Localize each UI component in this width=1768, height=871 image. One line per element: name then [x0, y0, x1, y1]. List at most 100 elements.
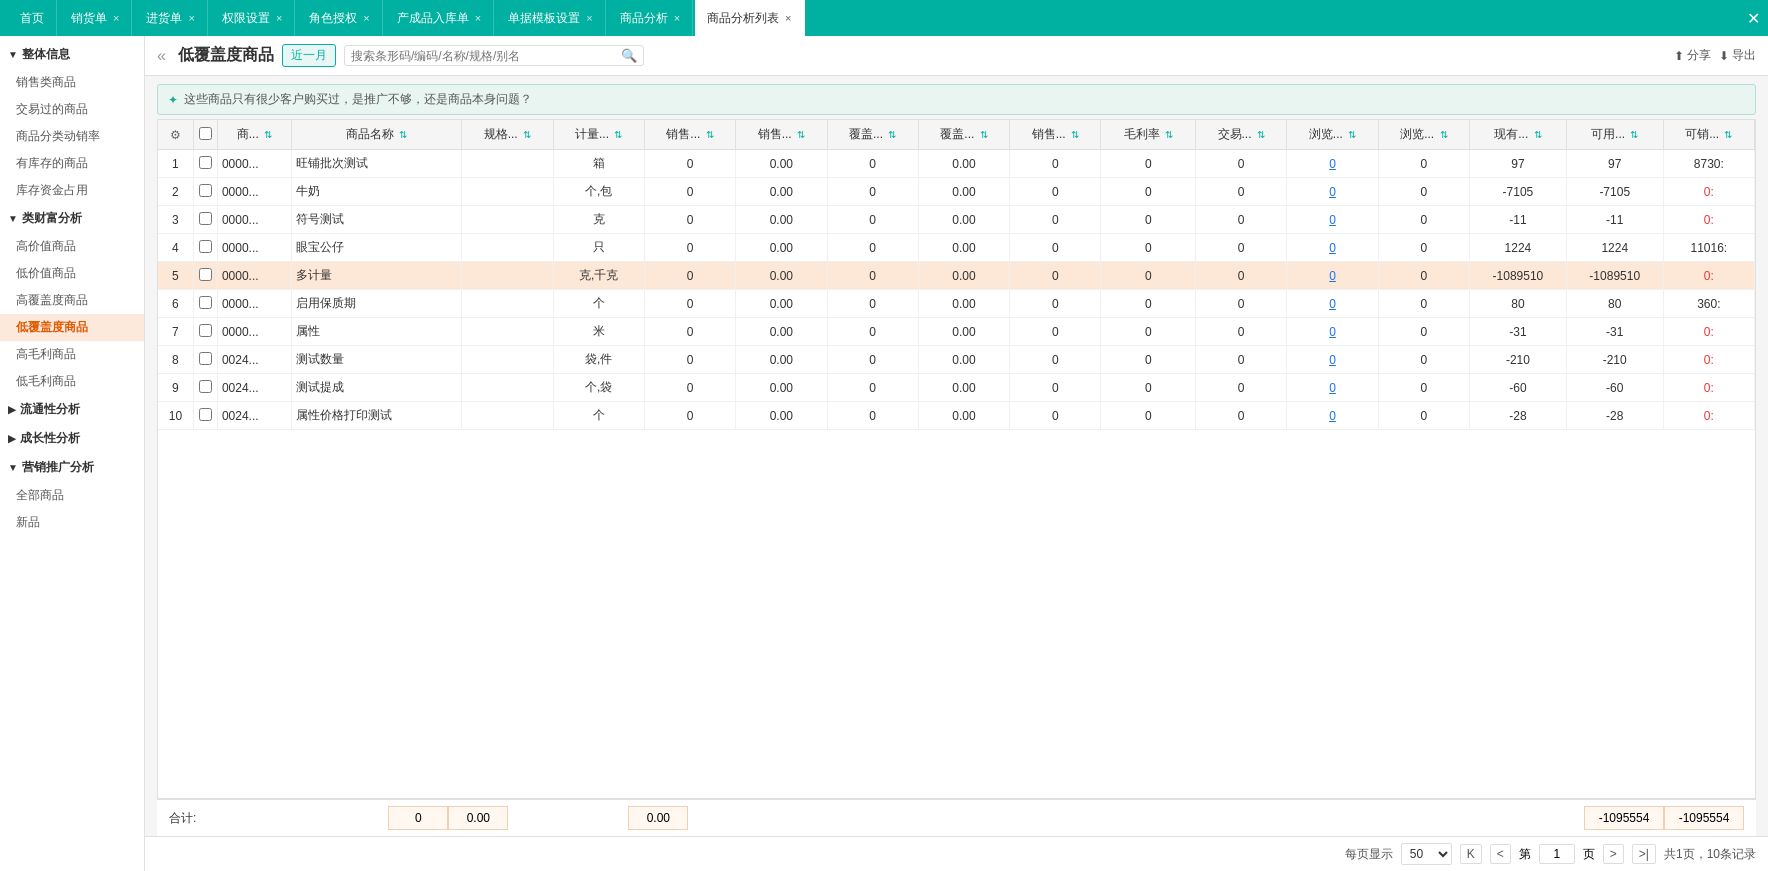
sidebar-section-liquidity[interactable]: ▶ 流通性分析	[0, 395, 144, 424]
export-button[interactable]: ⬇ 导出	[1719, 47, 1756, 64]
nav-role-auth[interactable]: 角色授权 ×	[297, 0, 382, 36]
row-checkbox-cell[interactable]	[193, 178, 217, 206]
cover2-column-header[interactable]: 覆盖... ⇅	[918, 120, 1009, 150]
row-browse1[interactable]: 0	[1287, 346, 1378, 374]
row-checkbox[interactable]	[199, 324, 212, 337]
nav-product-analysis-list[interactable]: 商品分析列表 ×	[695, 0, 804, 36]
cover1-column-header[interactable]: 覆盖... ⇅	[827, 120, 918, 150]
row-checkbox-cell[interactable]	[193, 402, 217, 430]
saleable-column-header[interactable]: 可销... ⇅	[1663, 120, 1754, 150]
share-button[interactable]: ⬆ 分享	[1674, 47, 1711, 64]
row-checkbox[interactable]	[199, 212, 212, 225]
sidebar-collapse-button[interactable]: «	[157, 47, 166, 65]
close-icon[interactable]: ×	[113, 12, 119, 24]
row-checkbox-cell[interactable]	[193, 318, 217, 346]
sidebar-section-wealth-analysis[interactable]: ▼ 类财富分析	[0, 204, 144, 233]
sidebar-item-all-products[interactable]: 全部商品	[0, 482, 144, 509]
row-checkbox-cell[interactable]	[193, 234, 217, 262]
table-row: 10 0024... 属性价格打印测试 个 0 0.00 0 0.00 0 0 …	[158, 402, 1755, 430]
sidebar-section-marketing[interactable]: ▼ 营销推广分析	[0, 453, 144, 482]
sidebar-item-traded-products[interactable]: 交易过的商品	[0, 96, 144, 123]
filter-recent-month-button[interactable]: 近一月	[282, 44, 336, 67]
nav-product-inbound[interactable]: 产成品入库单 ×	[385, 0, 494, 36]
close-icon[interactable]: ×	[188, 12, 194, 24]
row-browse1[interactable]: 0	[1287, 402, 1378, 430]
close-icon[interactable]: ×	[276, 12, 282, 24]
nav-template-settings[interactable]: 单据模板设置 ×	[496, 0, 605, 36]
per-page-select[interactable]: 50 100 200	[1401, 843, 1452, 865]
spec-column-header[interactable]: 规格... ⇅	[462, 120, 553, 150]
close-icon[interactable]: ×	[363, 12, 369, 24]
row-checkbox[interactable]	[199, 268, 212, 281]
row-checkbox[interactable]	[199, 408, 212, 421]
row-checkbox-cell[interactable]	[193, 262, 217, 290]
close-all-tabs-button[interactable]: ✕	[1747, 9, 1760, 28]
row-checkbox[interactable]	[199, 380, 212, 393]
row-browse1[interactable]: 0	[1287, 318, 1378, 346]
sales3-column-header[interactable]: 销售... ⇅	[1010, 120, 1101, 150]
sidebar-section-growth[interactable]: ▶ 成长性分析	[0, 424, 144, 453]
sidebar-item-high-coverage[interactable]: 高覆盖度商品	[0, 287, 144, 314]
row-browse1[interactable]: 0	[1287, 290, 1378, 318]
close-icon[interactable]: ×	[475, 12, 481, 24]
search-input[interactable]	[351, 49, 621, 63]
sidebar-item-low-coverage[interactable]: 低覆盖度商品	[0, 314, 144, 341]
sidebar-item-inventory-capital[interactable]: 库存资金占用	[0, 177, 144, 204]
last-page-button[interactable]: >|	[1632, 844, 1656, 864]
trade-column-header[interactable]: 交易... ⇅	[1196, 120, 1287, 150]
row-cover1: 0	[827, 290, 918, 318]
row-checkbox-cell[interactable]	[193, 290, 217, 318]
name-column-header[interactable]: 商品名称 ⇅	[292, 120, 462, 150]
browse1-column-header[interactable]: 浏览... ⇅	[1287, 120, 1378, 150]
current-column-header[interactable]: 现有... ⇅	[1470, 120, 1567, 150]
nav-purchase-order[interactable]: 进货单 ×	[134, 0, 207, 36]
close-icon[interactable]: ×	[586, 12, 592, 24]
nav-home[interactable]: 首页	[8, 0, 57, 36]
code-column-header[interactable]: 商... ⇅	[217, 120, 291, 150]
first-page-button[interactable]: K	[1460, 844, 1482, 864]
sidebar-item-category-turnover[interactable]: 商品分类动销率	[0, 123, 144, 150]
select-all-checkbox[interactable]	[199, 127, 212, 140]
next-page-button[interactable]: >	[1603, 844, 1624, 864]
row-browse1[interactable]: 0	[1287, 262, 1378, 290]
sidebar-item-high-margin[interactable]: 高毛利商品	[0, 341, 144, 368]
row-checkbox[interactable]	[199, 156, 212, 169]
settings-icon[interactable]: ⚙	[170, 128, 181, 142]
row-browse1[interactable]: 0	[1287, 206, 1378, 234]
sales-amt-column-header[interactable]: 销售... ⇅	[736, 120, 827, 150]
unit-column-header[interactable]: 计量... ⇅	[553, 120, 644, 150]
checkbox-column-header[interactable]	[193, 120, 217, 150]
row-browse1[interactable]: 0	[1287, 178, 1378, 206]
row-checkbox-cell[interactable]	[193, 346, 217, 374]
sidebar-item-new-products[interactable]: 新品	[0, 509, 144, 536]
nav-sales-order[interactable]: 销货单 ×	[59, 0, 132, 36]
row-checkbox[interactable]	[199, 352, 212, 365]
browse2-column-header[interactable]: 浏览... ⇅	[1378, 120, 1469, 150]
row-browse1[interactable]: 0	[1287, 374, 1378, 402]
sidebar-item-sales-products[interactable]: 销售类商品	[0, 69, 144, 96]
sales-qty-column-header[interactable]: 销售... ⇅	[644, 120, 735, 150]
page-number-input[interactable]	[1539, 844, 1575, 864]
prev-page-button[interactable]: <	[1490, 844, 1511, 864]
close-icon[interactable]: ×	[785, 12, 791, 24]
row-checkbox-cell[interactable]	[193, 374, 217, 402]
sidebar-item-low-value[interactable]: 低价值商品	[0, 260, 144, 287]
sidebar-item-high-value[interactable]: 高价值商品	[0, 233, 144, 260]
row-browse1[interactable]: 0	[1287, 234, 1378, 262]
nav-product-analysis[interactable]: 商品分析 ×	[608, 0, 693, 36]
available-column-header[interactable]: 可用... ⇅	[1566, 120, 1663, 150]
sidebar-item-low-margin[interactable]: 低毛利商品	[0, 368, 144, 395]
row-browse1[interactable]: 0	[1287, 150, 1378, 178]
sidebar-section-overview[interactable]: ▼ 整体信息	[0, 40, 144, 69]
row-checkbox[interactable]	[199, 184, 212, 197]
close-icon[interactable]: ×	[674, 12, 680, 24]
row-checkbox[interactable]	[199, 240, 212, 253]
row-checkbox[interactable]	[199, 296, 212, 309]
settings-column-header[interactable]: ⚙	[158, 120, 193, 150]
gross-rate-column-header[interactable]: 毛利率 ⇅	[1101, 120, 1196, 150]
row-checkbox-cell[interactable]	[193, 206, 217, 234]
nav-permission-settings[interactable]: 权限设置 ×	[210, 0, 295, 36]
row-checkbox-cell[interactable]	[193, 150, 217, 178]
sidebar-item-instock-products[interactable]: 有库存的商品	[0, 150, 144, 177]
data-table-container[interactable]: ⚙ 商... ⇅ 商品名称 ⇅ 规格... ⇅ 计量... ⇅ 销售... ⇅ …	[157, 119, 1756, 799]
